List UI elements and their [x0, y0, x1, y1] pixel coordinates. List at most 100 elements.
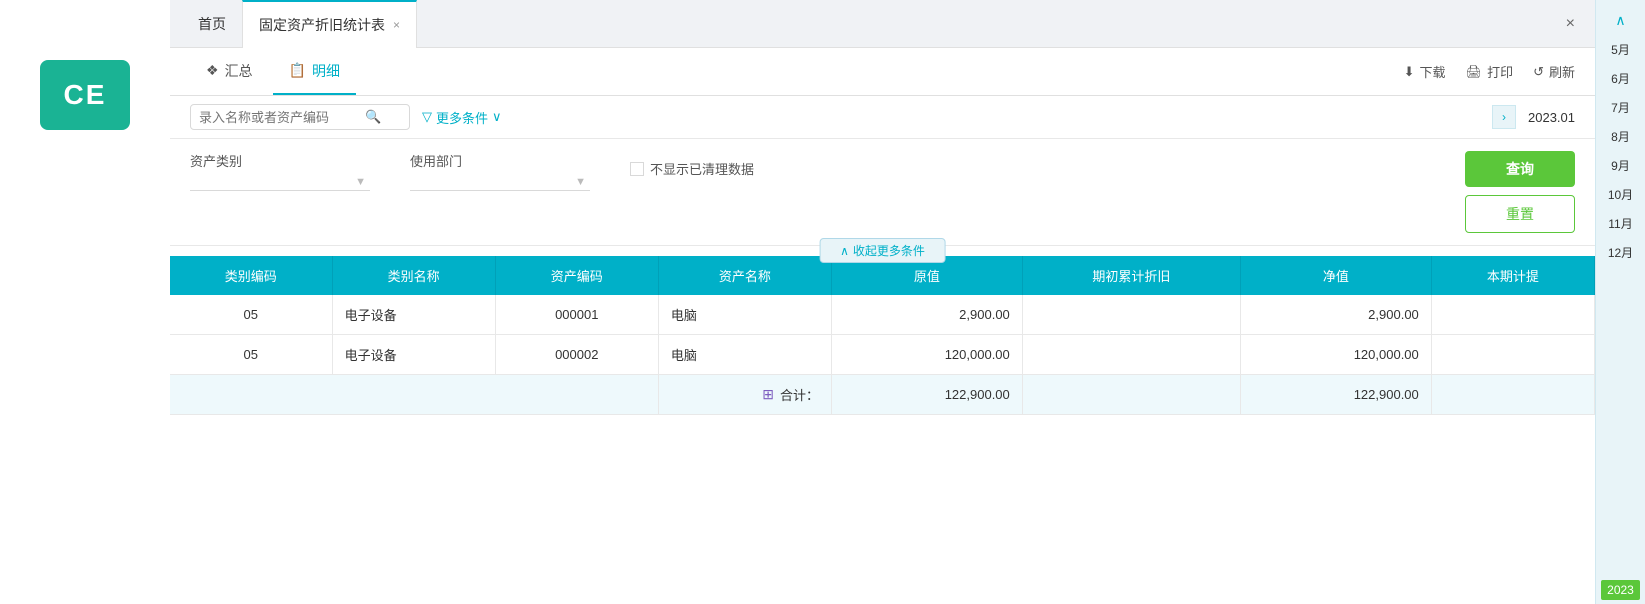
print-icon: 🖨: [1466, 64, 1483, 80]
reset-button[interactable]: 重置: [1465, 195, 1575, 233]
download-button[interactable]: ⬇ 下载: [1404, 62, 1446, 81]
main-content: 首页 固定资产折旧统计表 × × ❖ 汇总 📋 明细 ⬇: [170, 0, 1595, 604]
col-asset-code: 资产编码: [495, 256, 658, 295]
filter-area: 资产类别 ▼ 使用部门 ▼ 不显示已清理数据 查询 重置: [170, 139, 1595, 246]
total-current-dep: [1431, 375, 1594, 415]
col-cat-name: 类别名称: [332, 256, 495, 295]
total-net-value: 122,900.00: [1240, 375, 1431, 415]
cell-cat-code: 05: [170, 295, 332, 335]
cell-cat-code: 05: [170, 335, 332, 375]
tab-detail[interactable]: 📋 明细: [273, 48, 356, 95]
month-item[interactable]: 9月: [1608, 151, 1633, 180]
tab-summary-label: 汇总: [225, 61, 253, 81]
search-icon: 🔍: [365, 109, 381, 125]
tab-detail-label: 明细: [312, 61, 340, 81]
asset-type-select[interactable]: ▼: [190, 174, 370, 191]
cell-current-dep: [1431, 295, 1594, 335]
tab-home[interactable]: 首页: [182, 0, 242, 48]
active-tab-label: 固定资产折旧统计表: [259, 2, 385, 48]
detail-icon: 📋: [289, 62, 306, 79]
cell-original: 2,900.00: [831, 295, 1022, 335]
logo-box: CE: [40, 60, 130, 130]
months-container: 5月6月7月8月9月10月11月12月: [1608, 35, 1633, 267]
cell-accumulated-dep: [1022, 295, 1240, 335]
cell-cat-name: 电子设备: [332, 335, 495, 375]
more-conditions-label: 更多条件: [436, 108, 488, 127]
table-row: 05 电子设备 000001 电脑 2,900.00 2,900.00: [170, 295, 1595, 335]
total-accumulated-dep: [1022, 375, 1240, 415]
collapse-button[interactable]: ∧ 收起更多条件: [819, 238, 946, 263]
month-item[interactable]: 7月: [1608, 93, 1633, 122]
sub-tabs: ❖ 汇总 📋 明细: [190, 48, 356, 95]
month-item[interactable]: 12月: [1608, 238, 1633, 267]
dept-chevron-down-icon: ▼: [575, 176, 586, 188]
search-input[interactable]: [199, 110, 359, 125]
download-icon: ⬇: [1404, 64, 1415, 80]
asset-type-chevron-down-icon: ▼: [355, 176, 366, 188]
window-close-button[interactable]: ×: [1558, 7, 1583, 41]
month-item[interactable]: 11月: [1608, 209, 1633, 238]
total-label: ⊞ 合计：: [658, 375, 831, 415]
date-label: 2023.01: [1528, 110, 1575, 125]
download-label: 下载: [1420, 62, 1446, 81]
refresh-icon: ↺: [1533, 64, 1544, 80]
col-cat-code: 类别编码: [170, 256, 332, 295]
print-label: 打印: [1487, 62, 1513, 81]
month-item[interactable]: 10月: [1608, 180, 1633, 209]
tab-summary[interactable]: ❖ 汇总: [190, 48, 269, 95]
total-row: ⊞ 合计： 122,900.00 122,900.00: [170, 375, 1595, 415]
sub-tab-bar: ❖ 汇总 📋 明细 ⬇ 下载 🖨 打印 ↺: [170, 48, 1595, 96]
cell-asset-code: 000002: [495, 335, 658, 375]
col-net-value: 净值: [1240, 256, 1431, 295]
tab-close-icon[interactable]: ×: [393, 2, 400, 48]
hide-cleared-checkbox[interactable]: [630, 162, 644, 176]
tab-bar: 首页 固定资产折旧统计表 × ×: [170, 0, 1595, 48]
dept-select[interactable]: ▼: [410, 174, 590, 191]
table-wrap: 类别编码 类别名称 资产编码 资产名称 原值 期初累计折旧 净值 本期计提 05…: [170, 256, 1595, 604]
page-container: ❖ 汇总 📋 明细 ⬇ 下载 🖨 打印 ↺: [170, 48, 1595, 604]
total-original: 122,900.00: [831, 375, 1022, 415]
month-item[interactable]: 5月: [1608, 35, 1633, 64]
search-input-wrap[interactable]: 🔍: [190, 104, 410, 130]
cell-asset-name: 电脑: [658, 295, 831, 335]
tab-active[interactable]: 固定资产折旧统计表 ×: [242, 0, 417, 48]
chevron-down-icon: ∨: [492, 109, 502, 125]
cell-current-dep: [1431, 335, 1594, 375]
table-row: 05 电子设备 000002 电脑 120,000.00 120,000.00: [170, 335, 1595, 375]
cell-asset-code: 000001: [495, 295, 658, 335]
dept-label: 使用部门: [410, 151, 590, 170]
total-label-cell: [170, 375, 658, 415]
collapse-label: 收起更多条件: [853, 242, 925, 259]
asset-type-filter-group: 资产类别 ▼: [190, 151, 370, 191]
filter-buttons: 查询 重置: [1465, 151, 1575, 233]
hide-cleared-label: 不显示已清理数据: [650, 159, 754, 178]
cell-asset-name: 电脑: [658, 335, 831, 375]
month-item[interactable]: 8月: [1608, 122, 1633, 151]
collapse-up-icon: ∧: [840, 244, 849, 258]
total-text: 合计：: [780, 385, 819, 404]
total-icon: ⊞: [762, 386, 774, 403]
cell-cat-name: 电子设备: [332, 295, 495, 335]
print-button[interactable]: 🖨 打印: [1466, 62, 1514, 81]
refresh-label: 刷新: [1549, 62, 1575, 81]
query-button[interactable]: 查询: [1465, 151, 1575, 187]
scroll-up-button[interactable]: ∧: [1611, 8, 1629, 33]
cell-net-value: 2,900.00: [1240, 295, 1431, 335]
cell-original: 120,000.00: [831, 335, 1022, 375]
col-accumulated-dep: 期初累计折旧: [1022, 256, 1240, 295]
cell-accumulated-dep: [1022, 335, 1240, 375]
data-table: 类别编码 类别名称 资产编码 资产名称 原值 期初累计折旧 净值 本期计提 05…: [170, 256, 1595, 415]
right-panel: ∧ 5月6月7月8月9月10月11月12月 2023: [1595, 0, 1645, 604]
hide-cleared-group: 不显示已清理数据: [630, 159, 754, 178]
month-item[interactable]: 6月: [1608, 64, 1633, 93]
dept-filter-group: 使用部门 ▼: [410, 151, 590, 191]
nav-arrow-button[interactable]: ›: [1492, 105, 1516, 129]
cell-net-value: 120,000.00: [1240, 335, 1431, 375]
col-current-dep: 本期计提: [1431, 256, 1594, 295]
more-conditions-button[interactable]: ▽ 更多条件 ∨: [422, 108, 502, 127]
summary-icon: ❖: [206, 62, 219, 79]
year-badge: 2023: [1601, 580, 1640, 600]
refresh-button[interactable]: ↺ 刷新: [1533, 62, 1575, 81]
filter-icon: ▽: [422, 109, 432, 125]
toolbar-actions: ⬇ 下载 🖨 打印 ↺ 刷新: [1404, 62, 1575, 81]
